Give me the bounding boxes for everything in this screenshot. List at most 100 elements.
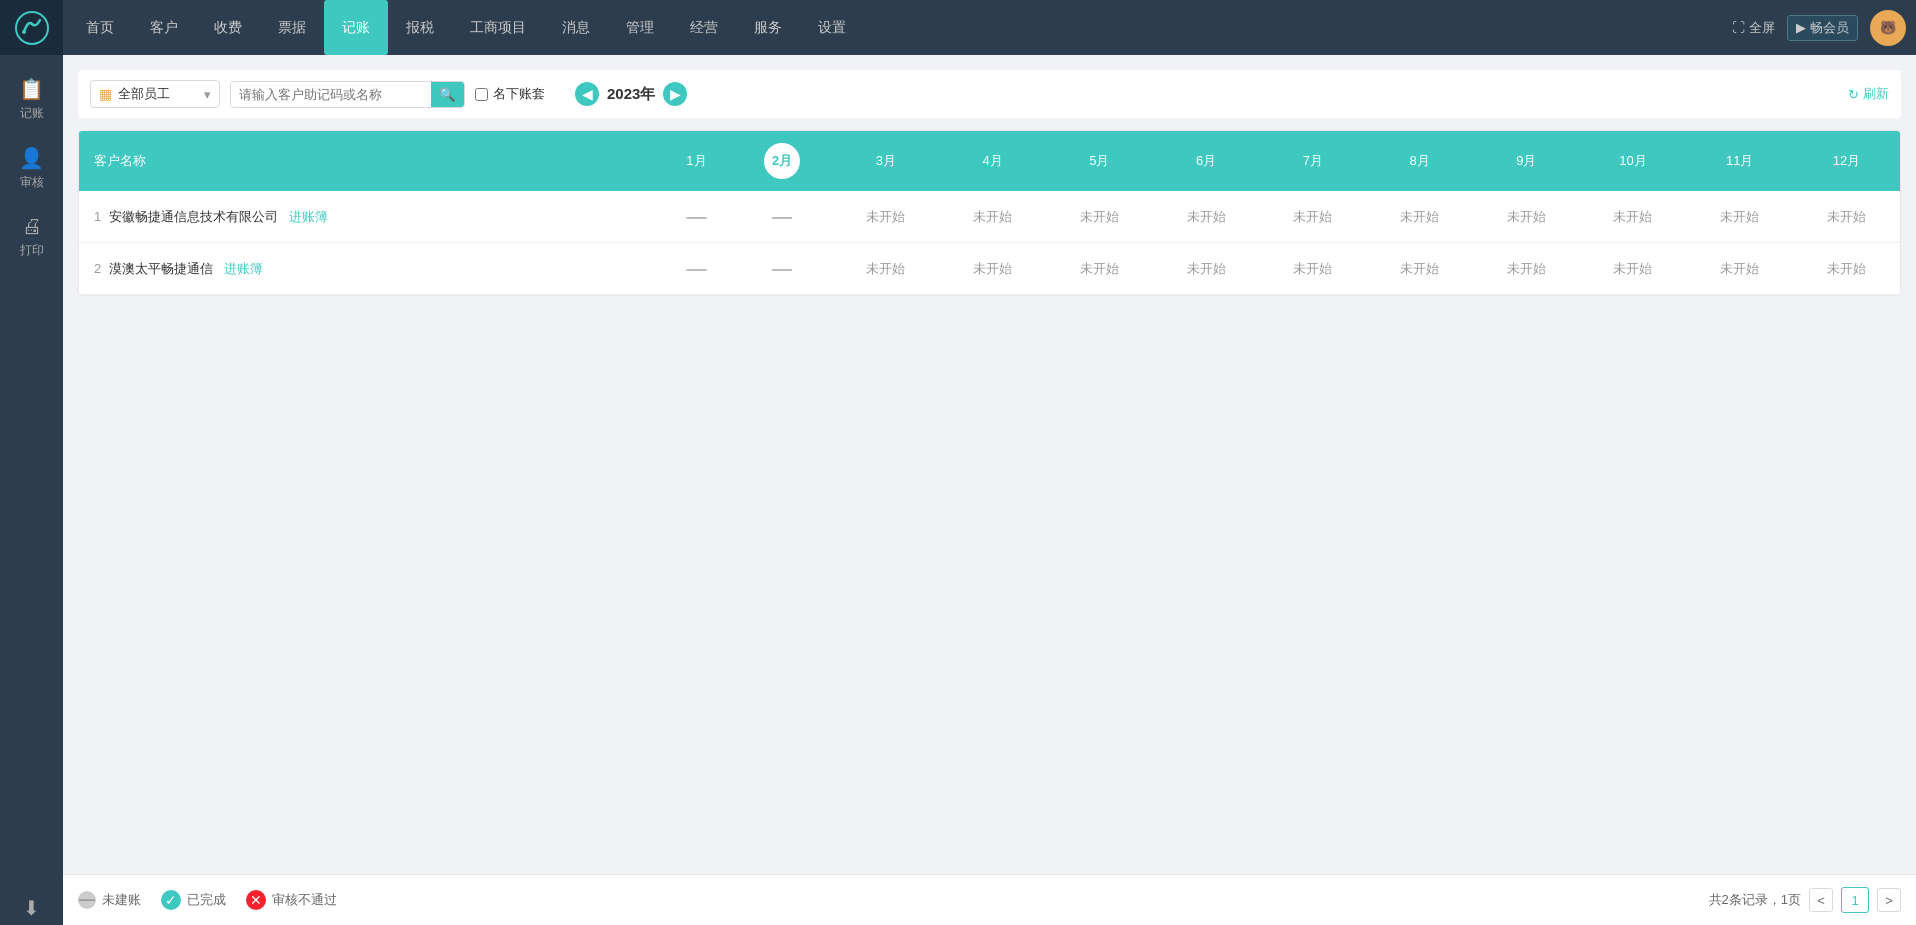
current-page: 1: [1841, 887, 1869, 913]
month-cell-1[interactable]: —: [661, 191, 731, 243]
month-cell-12[interactable]: 未开始: [1793, 243, 1900, 295]
sidebar-item-audit[interactable]: 👤 审核: [0, 134, 63, 203]
enter-link[interactable]: 进账簿: [224, 261, 263, 276]
row-index: 2: [94, 261, 101, 276]
status-not-started: 未开始: [1720, 261, 1759, 276]
refresh-icon: ↻: [1848, 87, 1859, 102]
status-not-started: 未开始: [866, 209, 905, 224]
month-cell-3[interactable]: 未开始: [832, 243, 939, 295]
employee-select[interactable]: ▦ 全部员工 ▾: [90, 80, 220, 108]
nav-home[interactable]: 首页: [68, 0, 132, 55]
nav-fees[interactable]: 收费: [196, 0, 260, 55]
status-dash-icon: —: [772, 257, 792, 279]
search-input[interactable]: [231, 83, 431, 106]
col-client-name: 客户名称: [79, 131, 661, 191]
status-dash-icon: —: [772, 205, 792, 227]
status-not-started: 未开始: [1080, 209, 1119, 224]
search-button[interactable]: 🔍: [431, 82, 464, 107]
legend-check-icon: ✓: [165, 892, 177, 908]
col-oct[interactable]: 10月: [1580, 131, 1687, 191]
month-cell-10[interactable]: 未开始: [1580, 243, 1687, 295]
month-cell-11[interactable]: 未开始: [1686, 243, 1793, 295]
nav-invoice[interactable]: 票据: [260, 0, 324, 55]
month-cell-12[interactable]: 未开始: [1793, 191, 1900, 243]
table-header: 客户名称 1月 2月 3月 4月 5月 6月 7月 8月 9月: [79, 131, 1900, 191]
col-nov[interactable]: 11月: [1686, 131, 1793, 191]
col-aug[interactable]: 8月: [1366, 131, 1473, 191]
month-cell-6[interactable]: 未开始: [1153, 243, 1260, 295]
fullscreen-icon: ⛶: [1732, 20, 1745, 35]
month-cell-5[interactable]: 未开始: [1046, 243, 1153, 295]
month-cell-3[interactable]: 未开始: [832, 191, 939, 243]
next-page-button[interactable]: >: [1877, 888, 1901, 912]
col-jun[interactable]: 6月: [1153, 131, 1260, 191]
status-not-started: 未开始: [1187, 261, 1226, 276]
col-apr[interactable]: 4月: [939, 131, 1046, 191]
col-dec[interactable]: 12月: [1793, 131, 1900, 191]
col-jan[interactable]: 1月: [661, 131, 731, 191]
client-name-cell: 1 安徽畅捷通信息技术有限公司 进账簿: [79, 191, 661, 243]
nav-client[interactable]: 客户: [132, 0, 196, 55]
search-wrap: 🔍: [230, 81, 465, 108]
col-jul[interactable]: 7月: [1259, 131, 1366, 191]
month-cell-4[interactable]: 未开始: [939, 191, 1046, 243]
vip-button[interactable]: ▶ 畅会员: [1787, 15, 1858, 41]
user-avatar[interactable]: 🐻: [1870, 10, 1906, 46]
nav-settings[interactable]: 设置: [800, 0, 864, 55]
legend-dash-icon: —: [79, 891, 95, 909]
month-cell-10[interactable]: 未开始: [1580, 191, 1687, 243]
my-accounts-checkbox[interactable]: [475, 88, 488, 101]
status-not-started: 未开始: [1400, 261, 1439, 276]
col-may[interactable]: 5月: [1046, 131, 1153, 191]
status-not-started: 未开始: [1827, 209, 1866, 224]
month-cell-9[interactable]: 未开始: [1473, 243, 1580, 295]
bookkeeping-table: 客户名称 1月 2月 3月 4月 5月 6月 7月 8月 9月: [79, 131, 1900, 295]
month-cell-9[interactable]: 未开始: [1473, 191, 1580, 243]
footer: — 未建账 ✓ 已完成 ✕ 审核不通过 共2条记录，1页 < 1 >: [63, 874, 1916, 925]
footer-right: 共2条记录，1页 < 1 >: [1709, 887, 1901, 913]
col-sep[interactable]: 9月: [1473, 131, 1580, 191]
col-feb[interactable]: 2月: [732, 131, 833, 191]
enter-link[interactable]: 进账簿: [289, 209, 328, 224]
month-cell-2[interactable]: —: [732, 191, 833, 243]
sidebar: 📋 记账 👤 审核 🖨 打印 ⬇ 🔵: [0, 55, 63, 925]
prev-year-button[interactable]: ◀: [575, 82, 599, 106]
legend-completed-label: 已完成: [187, 891, 226, 909]
my-accounts-label: 名下账套: [493, 85, 545, 103]
month-cell-11[interactable]: 未开始: [1686, 191, 1793, 243]
sidebar-item-bookkeeping[interactable]: 📋 记账: [0, 65, 63, 134]
my-accounts-checkbox-wrap[interactable]: 名下账套: [475, 85, 545, 103]
nav-service[interactable]: 服务: [736, 0, 800, 55]
month-cell-4[interactable]: 未开始: [939, 243, 1046, 295]
month-cell-7[interactable]: 未开始: [1259, 243, 1366, 295]
refresh-button[interactable]: ↻ 刷新: [1848, 85, 1889, 103]
fullscreen-button[interactable]: ⛶ 全屏: [1732, 19, 1775, 37]
sidebar-item-bookkeeping-label: 记账: [20, 105, 44, 122]
nav-business[interactable]: 工商项目: [452, 0, 544, 55]
status-not-started: 未开始: [1080, 261, 1119, 276]
col-mar[interactable]: 3月: [832, 131, 939, 191]
sidebar-item-download[interactable]: ⬇: [0, 884, 63, 925]
month-cell-6[interactable]: 未开始: [1153, 191, 1260, 243]
month-cell-7[interactable]: 未开始: [1259, 191, 1366, 243]
legend-rejected-label: 审核不通过: [272, 891, 337, 909]
nav-manage[interactable]: 管理: [608, 0, 672, 55]
month-cell-5[interactable]: 未开始: [1046, 191, 1153, 243]
month-cell-2[interactable]: —: [732, 243, 833, 295]
prev-page-button[interactable]: <: [1809, 888, 1833, 912]
month-cell-8[interactable]: 未开始: [1366, 191, 1473, 243]
legend-completed: ✓ 已完成: [161, 890, 226, 910]
sidebar-item-print[interactable]: 🖨 打印: [0, 203, 63, 271]
month-cell-8[interactable]: 未开始: [1366, 243, 1473, 295]
status-not-started: 未开始: [1293, 261, 1332, 276]
next-year-button[interactable]: ▶: [663, 82, 687, 106]
nav-tax[interactable]: 报税: [388, 0, 452, 55]
status-not-started: 未开始: [1720, 209, 1759, 224]
nav-operation[interactable]: 经营: [672, 0, 736, 55]
nav-bookkeeping[interactable]: 记账: [324, 0, 388, 55]
month-cell-1[interactable]: —: [661, 243, 731, 295]
logo[interactable]: [0, 0, 63, 55]
data-table: 客户名称 1月 2月 3月 4月 5月 6月 7月 8月 9月: [78, 130, 1901, 296]
nav-message[interactable]: 消息: [544, 0, 608, 55]
company-name: 安徽畅捷通信息技术有限公司: [109, 209, 278, 224]
